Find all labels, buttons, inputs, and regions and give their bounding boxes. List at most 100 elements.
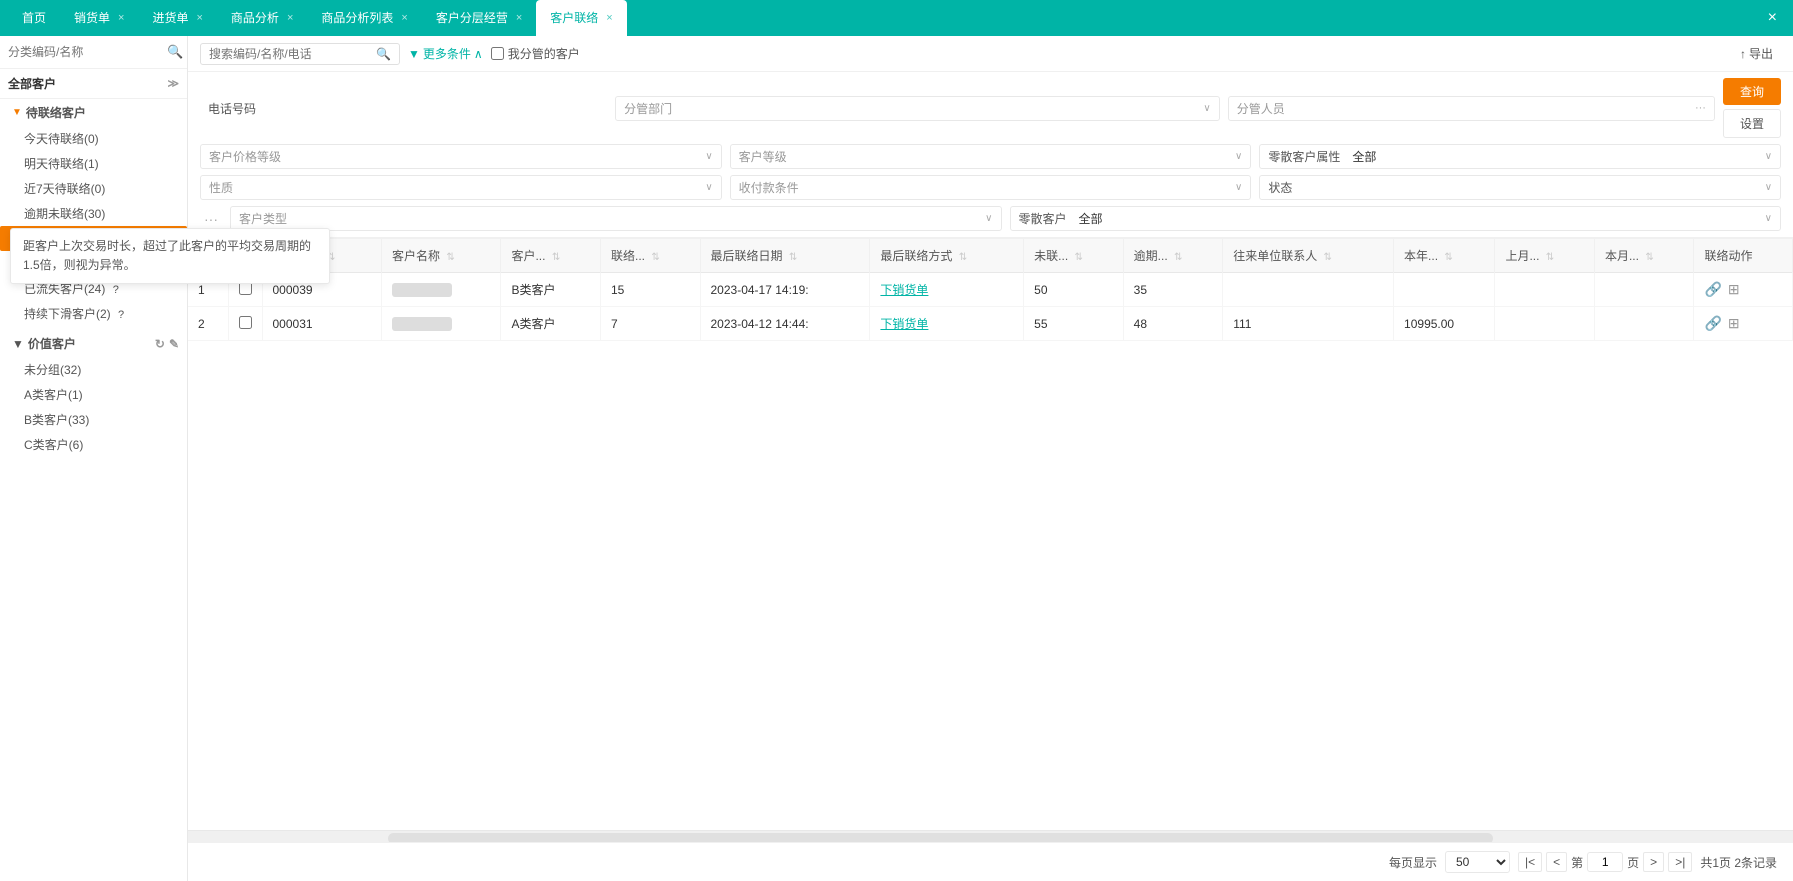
contact-sort-icon[interactable]: ⇅: [651, 252, 659, 263]
filter-dots-icon[interactable]: ···: [200, 211, 222, 227]
sidebar-item-b-class[interactable]: B类客户(33): [0, 407, 187, 432]
close-purchase-order-icon[interactable]: ×: [196, 0, 202, 36]
retail-attr-field[interactable]: 零散客户属性 全部 ∨: [1259, 144, 1781, 169]
nav-customer-contact[interactable]: 客户联络 ×: [536, 0, 626, 36]
td-last-contact-method-1[interactable]: 下销货单: [870, 273, 1024, 307]
unit-contacts-sort-icon[interactable]: ⇅: [1324, 252, 1332, 263]
value-group-refresh-icon[interactable]: ↻: [155, 337, 165, 351]
td-action-1: 🔗 ⊞: [1694, 273, 1793, 307]
prev-page-button[interactable]: <: [1546, 852, 1567, 872]
next-page-button[interactable]: >: [1643, 852, 1664, 872]
status-field[interactable]: 状态 ∨: [1259, 175, 1781, 200]
customer-search-input[interactable]: [209, 47, 372, 61]
nav-customer-segmentation[interactable]: 客户分层经营 ×: [422, 0, 536, 36]
td-overdue-1: 35: [1123, 273, 1223, 307]
query-button[interactable]: 查询: [1723, 78, 1781, 105]
payment-field[interactable]: 收付款条件 ∨: [730, 175, 1252, 200]
nav-purchase-order[interactable]: 进货单 ×: [138, 0, 216, 36]
gender-field[interactable]: 性质 ∨: [200, 175, 722, 200]
customer-level-field[interactable]: 客户等级 ∨: [730, 144, 1252, 169]
filter-bar: 🔍 ▼ 更多条件 ∧ 我分管的客户 ↑ 导出: [188, 36, 1793, 72]
row-2-link-icon[interactable]: 🔗: [1704, 315, 1721, 332]
sidebar-item-a-class[interactable]: A类客户(1): [0, 382, 187, 407]
sidebar-item-unclassified[interactable]: 未分组(32): [0, 357, 187, 382]
setting-button[interactable]: 设置: [1723, 109, 1781, 138]
page-number-input[interactable]: [1587, 852, 1623, 872]
row-1-grid-icon[interactable]: ⊞: [1728, 281, 1740, 298]
last-month-sort-icon[interactable]: ⇅: [1546, 252, 1554, 263]
phone-field[interactable]: 电话号码: [200, 97, 607, 120]
td-last-month-2: [1495, 307, 1595, 341]
last-contact-method-link-1[interactable]: 下销货单: [880, 283, 928, 297]
row-2-checkbox[interactable]: [239, 316, 252, 329]
last-contact-method-sort-icon[interactable]: ⇅: [959, 252, 967, 263]
table-row: 1 000039 B类客户 15 2023-04-17 14:19: 下销货单: [188, 273, 1793, 307]
last-contact-method-link-2[interactable]: 下销货单: [880, 317, 928, 331]
row-2-grid-icon[interactable]: ⊞: [1728, 315, 1740, 332]
sidebar-item-tomorrow-pending[interactable]: 明天待联络(1): [0, 151, 187, 176]
already-lost-help-icon: ?: [113, 284, 119, 296]
nav-home[interactable]: 首页: [8, 0, 60, 36]
last-page-button[interactable]: >|: [1668, 852, 1692, 872]
this-month-sort-icon[interactable]: ⇅: [1645, 252, 1653, 263]
export-button[interactable]: ↑ 导出: [1732, 42, 1781, 65]
sidebar-item-sustained-drop[interactable]: 持续下滑客户(2) ?: [0, 301, 187, 326]
customer-search-icon[interactable]: 🔍: [376, 47, 391, 61]
td-customer-type-1: B类客户: [501, 273, 601, 307]
my-customers-checkbox[interactable]: [491, 47, 504, 60]
customer-type-field[interactable]: 客户类型 ∨: [230, 206, 1002, 231]
category-search-input[interactable]: [8, 45, 163, 59]
nav-product-analysis-list[interactable]: 商品分析列表 ×: [307, 0, 421, 36]
price-level-field[interactable]: 客户价格等级 ∨: [200, 144, 722, 169]
close-customer-contact-icon[interactable]: ×: [606, 0, 612, 36]
sidebar-collapse-icon[interactable]: ≫: [167, 77, 179, 90]
nav-sales-order[interactable]: 销货单 ×: [60, 0, 138, 36]
filter-row-2: 客户价格等级 ∨ 客户等级 ∨ 零散客户属性 全部 ∨: [200, 144, 1781, 169]
close-product-analysis-list-icon[interactable]: ×: [401, 0, 407, 36]
close-product-analysis-icon[interactable]: ×: [287, 0, 293, 36]
dept-field[interactable]: 分管部门 ∨: [615, 96, 1220, 121]
app-close-button[interactable]: ×: [1760, 9, 1785, 27]
customer-type-sort-icon[interactable]: ⇅: [552, 252, 560, 263]
name-sort-icon[interactable]: ⇅: [446, 252, 454, 263]
td-contact-2: 7: [600, 307, 700, 341]
pending-group-title[interactable]: ▼ 待联络客户: [0, 99, 187, 126]
td-checkbox-2[interactable]: [228, 307, 262, 341]
retail-customer-field[interactable]: 零散客户 全部 ∨: [1010, 206, 1782, 231]
filter-row-1: 电话号码 分管部门 ∨ 分管人员 ··· 查询 设置: [200, 78, 1781, 138]
first-page-button[interactable]: |<: [1518, 852, 1542, 872]
sidebar-item-7day-pending[interactable]: 近7天待联络(0): [0, 176, 187, 201]
td-last-month-1: [1495, 273, 1595, 307]
td-code-2: 000031: [262, 307, 381, 341]
value-group-edit-icon[interactable]: ✎: [169, 337, 179, 351]
per-page-select[interactable]: 50 100 200: [1445, 851, 1510, 873]
value-group-title[interactable]: ▼ 价值客户 ↻ ✎: [0, 330, 187, 357]
unpaid-sort-icon[interactable]: ⇅: [1075, 252, 1083, 263]
manager-field[interactable]: 分管人员 ···: [1228, 96, 1715, 121]
my-customers-checkbox-wrapper[interactable]: 我分管的客户: [491, 45, 580, 62]
td-unit-contacts-1: [1223, 273, 1394, 307]
customer-level-chevron-icon: ∨: [1235, 151, 1242, 162]
row-1-link-icon[interactable]: 🔗: [1704, 281, 1721, 298]
sidebar-item-overdue-pending[interactable]: 逾期未联络(30): [0, 201, 187, 226]
close-customer-segmentation-icon[interactable]: ×: [516, 0, 522, 36]
th-last-month: 上月... ⇅: [1495, 239, 1595, 273]
close-sales-order-icon[interactable]: ×: [118, 0, 124, 36]
sidebar-search-icon[interactable]: 🔍: [167, 44, 183, 60]
sidebar-item-c-class[interactable]: C类客户(6): [0, 432, 187, 457]
last-contact-date-sort-icon[interactable]: ⇅: [789, 252, 797, 263]
blurred-name-1: [392, 283, 452, 297]
overdue-sort-icon[interactable]: ⇅: [1174, 252, 1182, 263]
td-customer-type-2: A类客户: [501, 307, 601, 341]
nav-product-analysis[interactable]: 商品分析 ×: [217, 0, 307, 36]
td-last-contact-date-2: 2023-04-12 14:44:: [700, 307, 870, 341]
horizontal-scrollbar[interactable]: [188, 830, 1793, 842]
td-last-contact-method-2[interactable]: 下销货单: [870, 307, 1024, 341]
th-this-year: 本年... ⇅: [1394, 239, 1495, 273]
more-conditions-btn[interactable]: ▼ 更多条件 ∧: [408, 45, 483, 62]
status-chevron-icon: ∨: [1765, 182, 1772, 193]
this-year-sort-icon[interactable]: ⇅: [1444, 252, 1452, 263]
sidebar-item-today-pending[interactable]: 今天待联络(0): [0, 126, 187, 151]
td-unpaid-2: 55: [1024, 307, 1124, 341]
manager-more-icon: ···: [1695, 102, 1706, 114]
